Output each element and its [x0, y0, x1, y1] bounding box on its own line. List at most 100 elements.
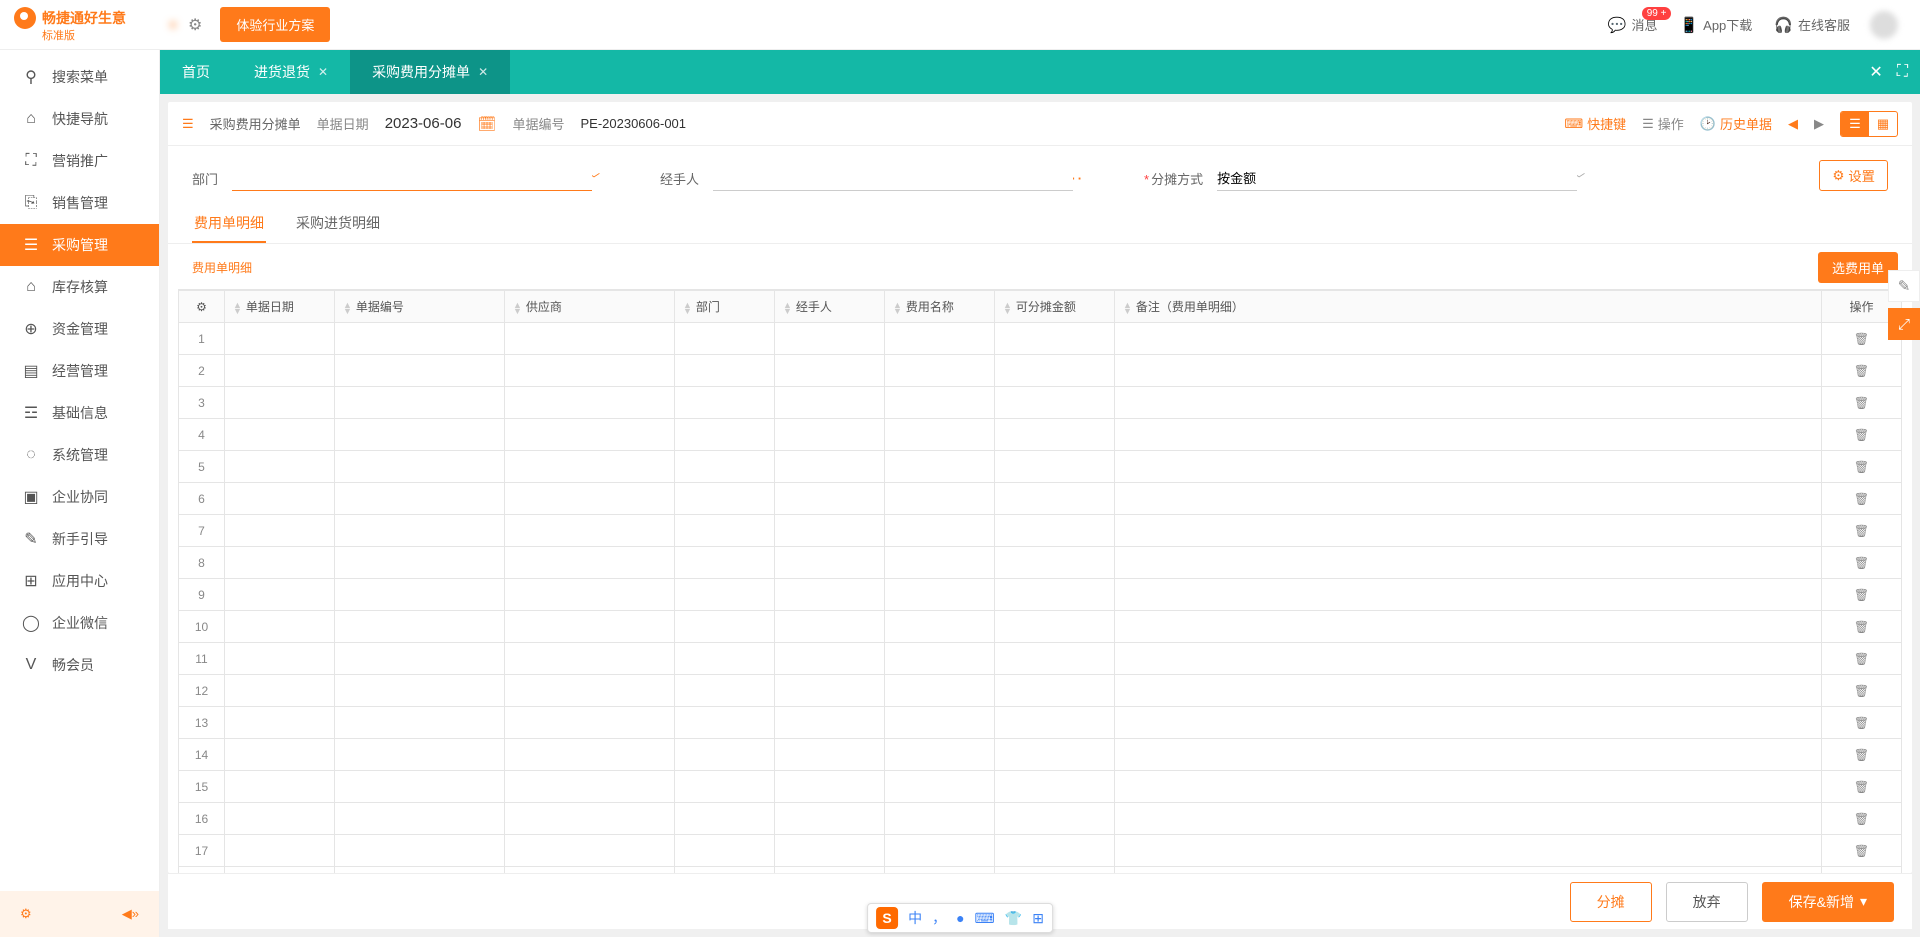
- table-row[interactable]: 1🗑: [179, 323, 1902, 355]
- table-row[interactable]: 15🗑: [179, 771, 1902, 803]
- col-settings[interactable]: ⚙: [179, 291, 225, 323]
- sidebar-item[interactable]: ⎘销售管理: [0, 182, 159, 224]
- cell[interactable]: [885, 707, 995, 739]
- cell[interactable]: [885, 643, 995, 675]
- date-value[interactable]: 2023-06-06: [385, 115, 462, 132]
- settings-icon[interactable]: ⚙: [20, 906, 32, 922]
- sort-icon[interactable]: ▲▼: [683, 302, 692, 314]
- sort-icon[interactable]: ▲▼: [893, 302, 902, 314]
- expand-float-icon[interactable]: ⤢: [1888, 308, 1920, 340]
- handler-input[interactable]: [713, 165, 1073, 191]
- cell[interactable]: [885, 771, 995, 803]
- cell[interactable]: [995, 675, 1115, 707]
- cell[interactable]: [885, 451, 995, 483]
- cell[interactable]: [1115, 835, 1822, 867]
- cell[interactable]: [885, 419, 995, 451]
- cell[interactable]: [335, 675, 505, 707]
- cell[interactable]: [675, 579, 775, 611]
- cell[interactable]: [505, 579, 675, 611]
- cell[interactable]: [885, 483, 995, 515]
- col-header[interactable]: ▲▼可分摊金额: [995, 291, 1115, 323]
- row-delete[interactable]: 🗑: [1822, 515, 1902, 547]
- cell[interactable]: [335, 835, 505, 867]
- cell[interactable]: [995, 483, 1115, 515]
- discard-button[interactable]: 放弃: [1666, 882, 1748, 922]
- table-row[interactable]: 7🗑: [179, 515, 1902, 547]
- tab[interactable]: 采购费用分摊单✕: [350, 50, 510, 94]
- app-download-link[interactable]: 📱 App下载: [1679, 15, 1752, 34]
- cell[interactable]: [995, 707, 1115, 739]
- cell[interactable]: [775, 323, 885, 355]
- cell[interactable]: [885, 323, 995, 355]
- cell[interactable]: [505, 323, 675, 355]
- sidebar-item[interactable]: ⚲搜索菜单: [0, 56, 159, 98]
- cell[interactable]: [1115, 643, 1822, 675]
- table-row[interactable]: 3🗑: [179, 387, 1902, 419]
- cell[interactable]: [505, 675, 675, 707]
- cell[interactable]: [505, 355, 675, 387]
- row-delete[interactable]: 🗑: [1822, 451, 1902, 483]
- cell[interactable]: [675, 643, 775, 675]
- cell[interactable]: [995, 739, 1115, 771]
- sort-icon[interactable]: ▲▼: [233, 302, 242, 314]
- cell[interactable]: [225, 419, 335, 451]
- table-row[interactable]: 13🗑: [179, 707, 1902, 739]
- cell[interactable]: [225, 547, 335, 579]
- table-row[interactable]: 2🗑: [179, 355, 1902, 387]
- cell[interactable]: [505, 483, 675, 515]
- table-row[interactable]: 9🗑: [179, 579, 1902, 611]
- cell[interactable]: [775, 547, 885, 579]
- cell[interactable]: [675, 707, 775, 739]
- table-row[interactable]: 10🗑: [179, 611, 1902, 643]
- cell[interactable]: [775, 643, 885, 675]
- cell[interactable]: [775, 675, 885, 707]
- gear-icon[interactable]: ⚙: [188, 15, 202, 35]
- cell[interactable]: [675, 739, 775, 771]
- allocate-button[interactable]: 分摊: [1570, 882, 1652, 922]
- cell[interactable]: [335, 739, 505, 771]
- cell[interactable]: [225, 771, 335, 803]
- cell[interactable]: [775, 771, 885, 803]
- save-new-button[interactable]: 保存&新增▾: [1762, 882, 1894, 922]
- cell[interactable]: [995, 579, 1115, 611]
- cell[interactable]: [505, 387, 675, 419]
- table-wrap[interactable]: ⚙▲▼单据日期▲▼单据编号▲▼供应商▲▼部门▲▼经手人▲▼费用名称▲▼可分摊金额…: [178, 289, 1902, 873]
- sidebar-item[interactable]: ☲基础信息: [0, 392, 159, 434]
- cell[interactable]: [1115, 611, 1822, 643]
- method-input[interactable]: [1217, 165, 1577, 191]
- sort-icon[interactable]: ▲▼: [343, 302, 352, 314]
- cell[interactable]: [225, 451, 335, 483]
- cell[interactable]: [505, 707, 675, 739]
- table-row[interactable]: 12🗑: [179, 675, 1902, 707]
- cell[interactable]: [1115, 515, 1822, 547]
- cell[interactable]: [225, 707, 335, 739]
- table-row[interactable]: 14🗑: [179, 739, 1902, 771]
- row-delete[interactable]: 🗑: [1822, 355, 1902, 387]
- row-delete[interactable]: 🗑: [1822, 483, 1902, 515]
- cell[interactable]: [675, 771, 775, 803]
- tab[interactable]: 进货退货✕: [232, 50, 350, 94]
- row-delete[interactable]: 🗑: [1822, 707, 1902, 739]
- col-header[interactable]: ▲▼供应商: [505, 291, 675, 323]
- cell[interactable]: [1115, 739, 1822, 771]
- cell[interactable]: [335, 547, 505, 579]
- col-header[interactable]: ▲▼部门: [675, 291, 775, 323]
- cell[interactable]: [995, 803, 1115, 835]
- messages-link[interactable]: 💬 消息 99 +: [1608, 15, 1658, 34]
- sidebar-item[interactable]: ◯企业微信: [0, 602, 159, 644]
- view-list-icon[interactable]: ☰: [1841, 112, 1869, 136]
- row-delete[interactable]: 🗑: [1822, 771, 1902, 803]
- table-row[interactable]: 8🗑: [179, 547, 1902, 579]
- support-link[interactable]: 🎧 在线客服: [1774, 15, 1850, 34]
- sidebar-item[interactable]: ✎新手引导: [0, 518, 159, 560]
- cell[interactable]: [1115, 771, 1822, 803]
- cell[interactable]: [675, 515, 775, 547]
- cell[interactable]: [1115, 419, 1822, 451]
- cell[interactable]: [775, 803, 885, 835]
- sidebar-item[interactable]: ⌂库存核算: [0, 266, 159, 308]
- cell[interactable]: [775, 387, 885, 419]
- cell[interactable]: [995, 611, 1115, 643]
- cell[interactable]: [505, 835, 675, 867]
- cell[interactable]: [885, 803, 995, 835]
- cell[interactable]: [1115, 355, 1822, 387]
